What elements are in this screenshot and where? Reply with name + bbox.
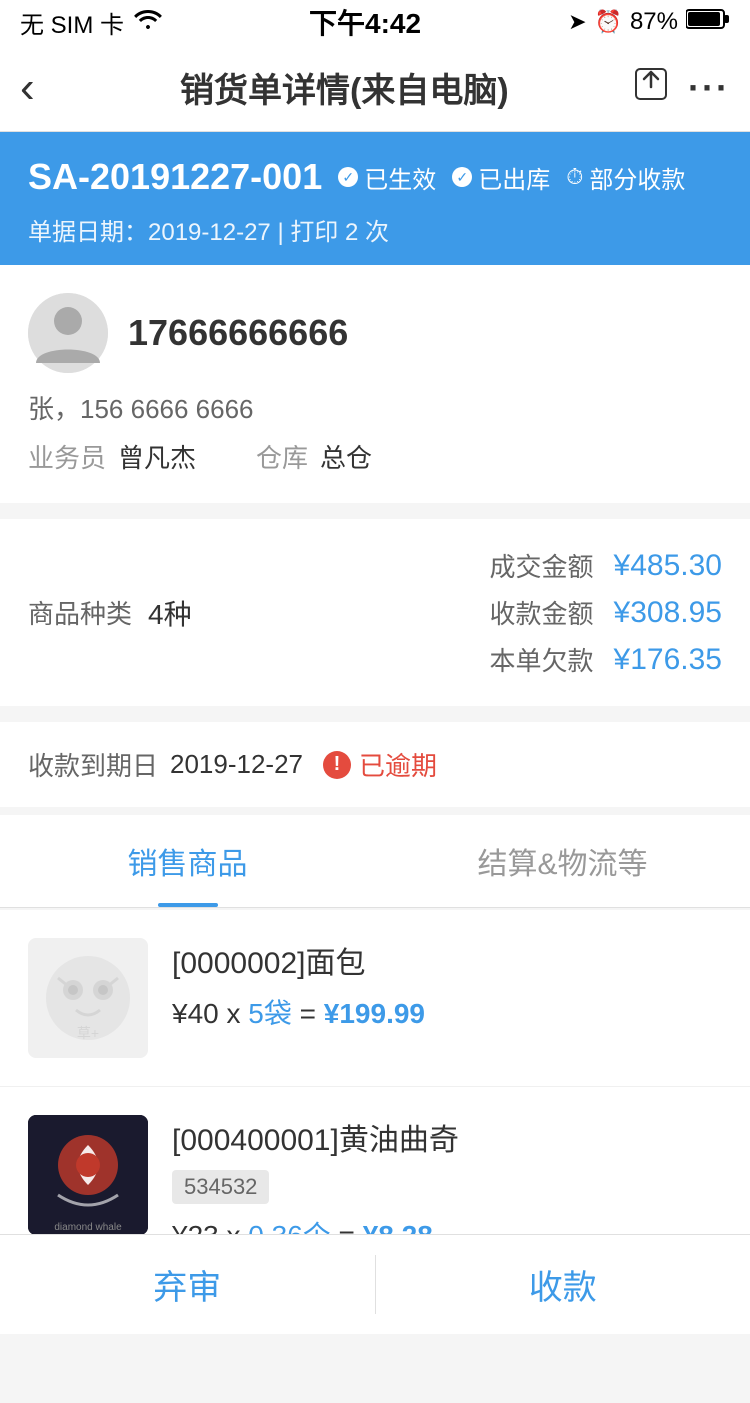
amount-value: ¥485.30 [614, 549, 722, 583]
battery-icon [686, 8, 730, 37]
location-icon: ➤ [568, 9, 586, 35]
product-list: 草+ [0000002]面包 ¥40 x 5袋 = ¥199.99 diamon… [0, 910, 750, 1283]
nav-bar: ‹ 销货单详情(来自电脑) ··· [0, 44, 750, 132]
back-button[interactable]: ‹ [20, 53, 55, 123]
customer-info-row: 业务员 曾凡杰 仓库 总仓 [28, 438, 722, 475]
product-total-1: ¥199.99 [324, 998, 425, 1029]
svg-text:diamond whale: diamond whale [54, 1222, 122, 1233]
tab-sales-label: 销售商品 [128, 848, 248, 881]
collect-payment-button[interactable]: 收款 [376, 1235, 750, 1334]
tab-sales-products[interactable]: 销售商品 [0, 815, 375, 907]
product-qty-1: 5袋 [248, 998, 292, 1029]
product-type-label: 商品种类 [28, 594, 132, 631]
svg-text:草+: 草+ [77, 1025, 99, 1041]
order-id-row: SA-20191227-001 ✓ 已生效 ✓ 已出库 ⏱ 部分收款 [28, 156, 722, 198]
debt-value: ¥176.35 [614, 643, 722, 677]
product-name-2: [000400001]黄油曲奇 [172, 1115, 722, 1159]
customer-name-phone: 张，156 6666 6666 [28, 389, 722, 426]
collected-label: 收款金额 [490, 594, 594, 631]
due-date-section: 收款到期日 2019-12-27 ! 已逾期 [0, 722, 750, 807]
avatar [28, 293, 108, 373]
tab-settlement-label: 结算&物流等 [477, 848, 647, 881]
tabs-bar: 销售商品 结算&物流等 [0, 815, 750, 908]
sales-info: 业务员 曾凡杰 [28, 438, 196, 475]
battery-text: 87% [630, 8, 678, 36]
overdue-icon: ! [323, 751, 351, 779]
status-badge-1: ✓ 已生效 [338, 160, 436, 195]
debt-line: 本单欠款 ¥176.35 [490, 641, 722, 678]
tab-settlement[interactable]: 结算&物流等 [375, 815, 750, 907]
product-item: 草+ [0000002]面包 ¥40 x 5袋 = ¥199.99 [0, 910, 750, 1087]
overdue-text: 已逾期 [359, 746, 437, 783]
product-image-1: 草+ [28, 938, 148, 1058]
summary-row: 商品种类 4种 成交金额 ¥485.30 收款金额 ¥308.95 本单欠款 ¥… [28, 547, 722, 678]
warehouse-label: 仓库 [256, 438, 308, 475]
amount-label: 成交金额 [490, 547, 594, 584]
carrier-text: 无 SIM 卡 [20, 5, 124, 40]
warehouse-info: 仓库 总仓 [256, 438, 372, 475]
collect-payment-label: 收款 [529, 1260, 597, 1309]
overdue-badge: ! 已逾期 [323, 746, 437, 783]
product-tag-2: 534532 [172, 1170, 269, 1204]
wifi-icon [134, 8, 162, 36]
due-date-value: 2019-12-27 [170, 749, 303, 780]
product-price-1: ¥40 x 5袋 = ¥199.99 [172, 992, 722, 1032]
product-type-info: 商品种类 4种 [28, 593, 192, 633]
bottom-action-bar: 弃审 收款 [0, 1234, 750, 1334]
order-header-banner: SA-20191227-001 ✓ 已生效 ✓ 已出库 ⏱ 部分收款 单据日期：… [0, 132, 750, 265]
time-display: 下午4:42 [309, 2, 421, 42]
amount-line: 成交金额 ¥485.30 [490, 547, 722, 584]
tab-active-indicator [158, 903, 218, 907]
more-icon[interactable]: ··· [688, 67, 730, 109]
header-date-row: 单据日期：2019-12-27 | 打印 2 次 [28, 212, 722, 247]
collected-value: ¥308.95 [614, 596, 722, 630]
order-id: SA-20191227-001 [28, 156, 322, 198]
status-bar-right: ➤ ⏰ 87% [568, 8, 730, 37]
status-bar: 无 SIM 卡 下午4:42 ➤ ⏰ 87% [0, 0, 750, 44]
sales-value: 曾凡杰 [118, 438, 196, 475]
alarm-icon: ⏰ [595, 9, 622, 35]
customer-phone: 17666666666 [128, 312, 348, 354]
customer-name-row: 17666666666 [28, 293, 722, 373]
amount-summary: 成交金额 ¥485.30 收款金额 ¥308.95 本单欠款 ¥176.35 [490, 547, 722, 678]
debt-label: 本单欠款 [490, 641, 594, 678]
share-icon[interactable] [634, 67, 668, 109]
product-type-value: 4种 [148, 593, 192, 633]
status-badge-2: ✓ 已出库 [452, 160, 550, 195]
check-icon-1: ✓ [338, 167, 358, 187]
check-icon-2: ✓ [452, 167, 472, 187]
status-badge-3: ⏱ 部分收款 [566, 160, 685, 195]
nav-actions: ··· [634, 67, 730, 109]
customer-section: 17666666666 张，156 6666 6666 业务员 曾凡杰 仓库 总… [0, 265, 750, 503]
status-bar-left: 无 SIM 卡 [20, 5, 162, 40]
cancel-review-label: 弃审 [153, 1260, 221, 1309]
summary-section: 商品种类 4种 成交金额 ¥485.30 收款金额 ¥308.95 本单欠款 ¥… [0, 519, 750, 706]
due-label: 收款到期日 [28, 746, 158, 783]
clock-icon: ⏱ [566, 164, 583, 190]
cancel-review-button[interactable]: 弃审 [0, 1235, 375, 1334]
product-name-1: [0000002]面包 [172, 938, 722, 982]
product-info-1: [0000002]面包 ¥40 x 5袋 = ¥199.99 [172, 938, 722, 1032]
collected-line: 收款金额 ¥308.95 [490, 594, 722, 631]
product-image-2: diamond whale [28, 1115, 148, 1235]
sales-label: 业务员 [28, 438, 106, 475]
warehouse-value: 总仓 [320, 438, 372, 475]
page-title: 销货单详情(来自电脑) [55, 63, 634, 112]
